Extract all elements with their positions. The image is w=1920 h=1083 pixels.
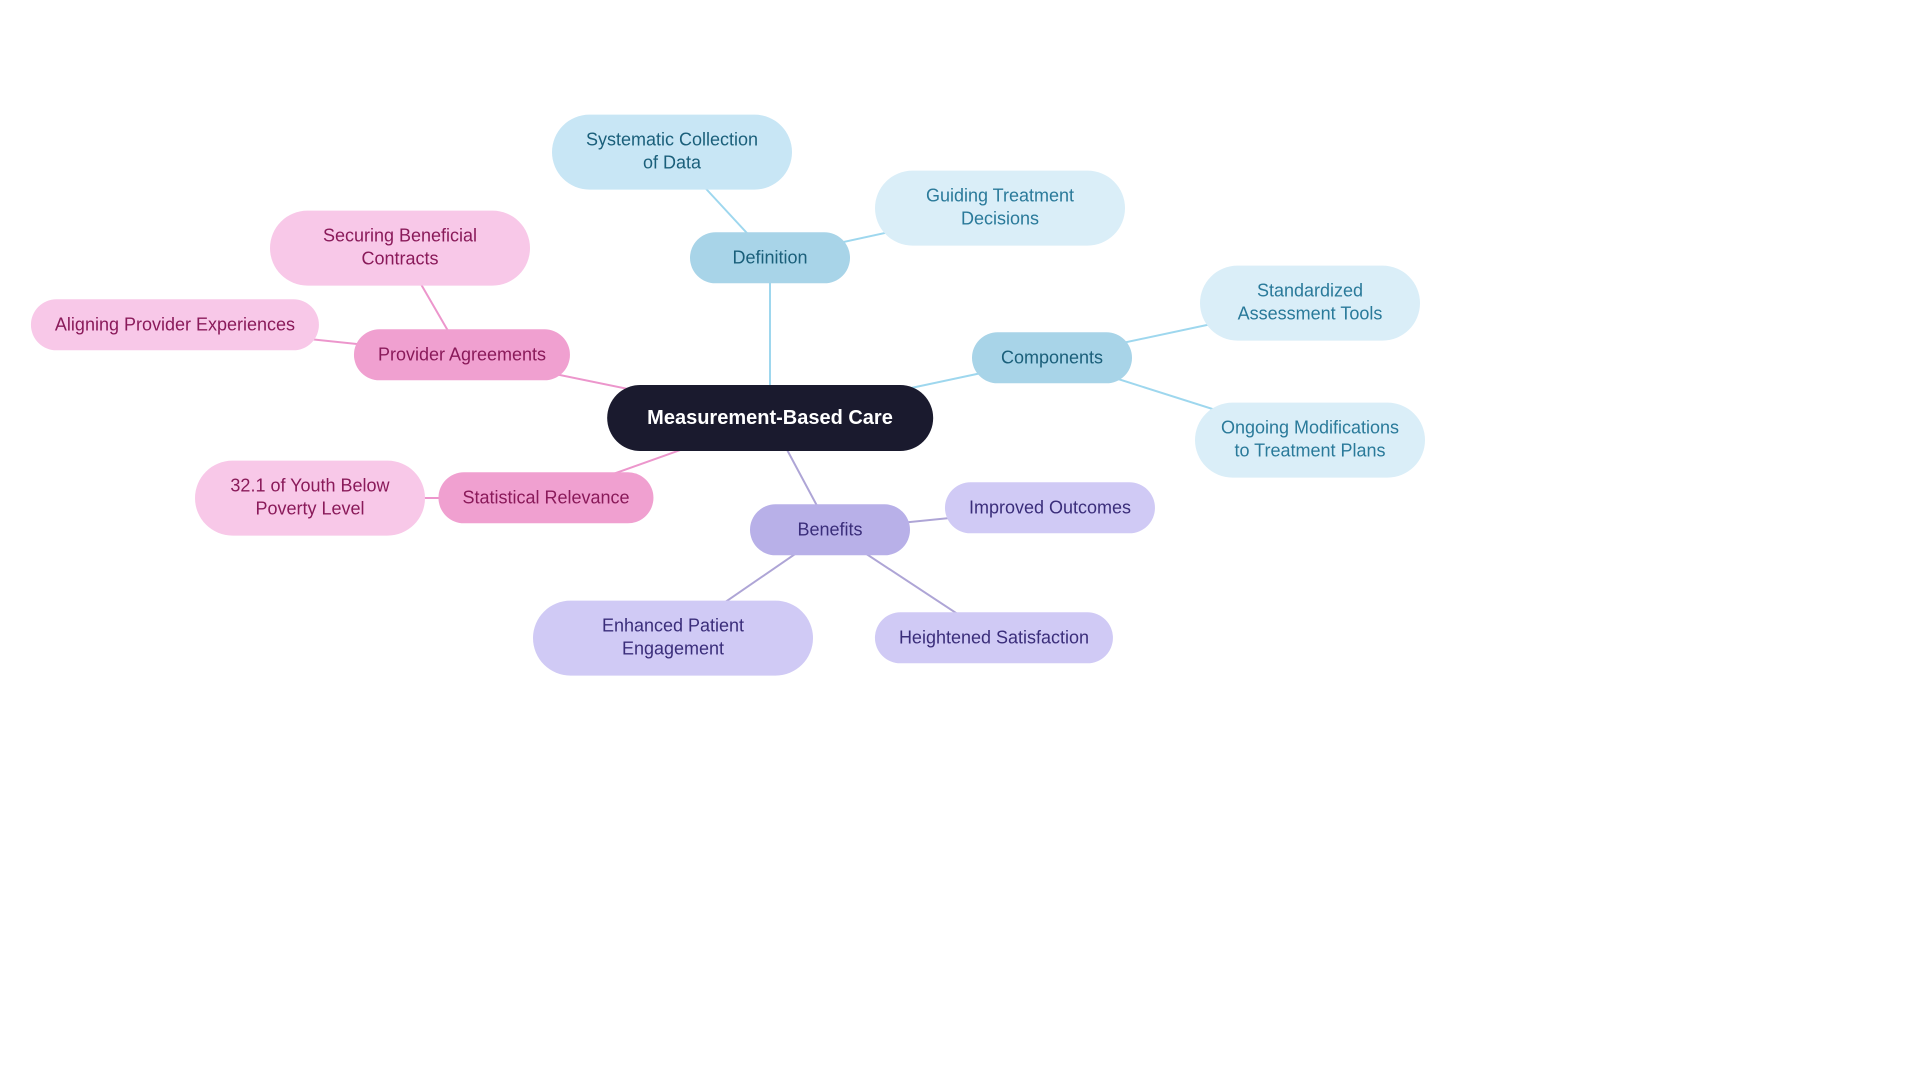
node-enhanced: Enhanced Patient Engagement bbox=[533, 601, 813, 676]
node-heightened: Heightened Satisfaction bbox=[875, 612, 1113, 663]
node-provider: Provider Agreements bbox=[354, 329, 570, 380]
node-poverty: 32.1 of Youth Below Poverty Level bbox=[195, 461, 425, 536]
node-statistical: Statistical Relevance bbox=[438, 472, 653, 523]
node-center: Measurement-Based Care bbox=[607, 385, 933, 451]
node-aligning: Aligning Provider Experiences bbox=[31, 299, 319, 350]
node-benefits: Benefits bbox=[750, 504, 910, 555]
connections-svg bbox=[0, 0, 1920, 1083]
node-components: Components bbox=[972, 332, 1132, 383]
node-guiding: Guiding Treatment Decisions bbox=[875, 171, 1125, 246]
node-improved: Improved Outcomes bbox=[945, 482, 1155, 533]
node-systematic: Systematic Collection of Data bbox=[552, 115, 792, 190]
node-definition: Definition bbox=[690, 232, 850, 283]
node-standardized: Standardized Assessment Tools bbox=[1200, 266, 1420, 341]
mind-map: Measurement-Based Care Definition Systemat… bbox=[0, 0, 1920, 1083]
node-securing: Securing Beneficial Contracts bbox=[270, 211, 530, 286]
node-ongoing: Ongoing Modifications to Treatment Plans bbox=[1195, 403, 1425, 478]
